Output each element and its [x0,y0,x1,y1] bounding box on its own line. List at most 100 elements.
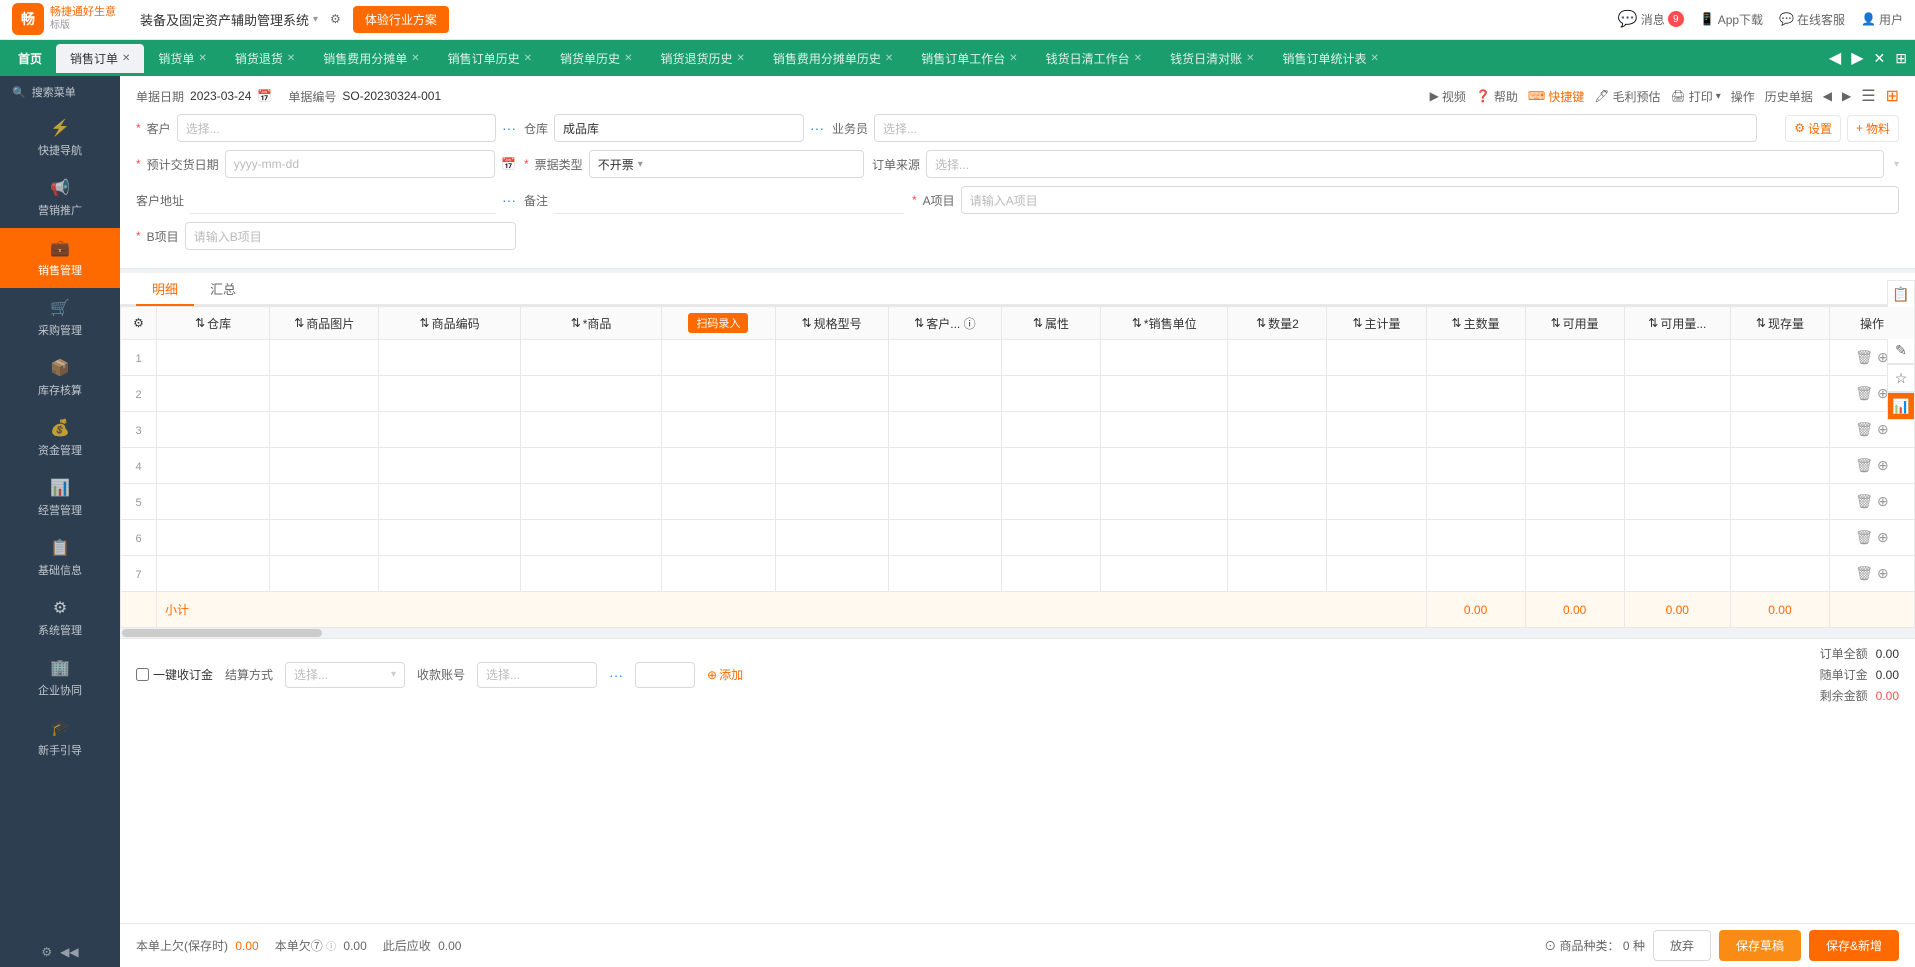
row-main-unit[interactable] [1327,340,1426,376]
row-qty2[interactable] [1228,376,1327,412]
row-customer-code[interactable] [888,520,1001,556]
sidebar-item-finance[interactable]: 💰 资金管理 [0,408,120,468]
row-scan[interactable] [662,376,775,412]
nav-prev-icon[interactable]: ◀ [1823,89,1832,103]
print-button[interactable]: 🖨 打印 ▾ [1670,88,1720,105]
row-main-unit[interactable] [1327,376,1426,412]
row-available[interactable] [1525,520,1624,556]
delivery-date-input[interactable]: yyyy-mm-dd [225,150,495,178]
row-code[interactable] [379,412,521,448]
delete-icon[interactable]: 🗑 [1855,421,1873,438]
row-code[interactable] [379,340,521,376]
row-main-qty[interactable] [1426,448,1525,484]
close-icon[interactable]: ✕ [885,53,893,64]
row-qty2[interactable] [1228,412,1327,448]
row-scan[interactable] [662,448,775,484]
tab-sales-fee[interactable]: 销售费用分摊单 ✕ [309,44,433,73]
sidebar-item-inventory[interactable]: 📦 库存核算 [0,348,120,408]
address-expand-icon[interactable]: ··· [502,192,516,208]
close-icon[interactable]: ✕ [1134,53,1142,64]
order-source-input[interactable]: 选择... [926,150,1884,178]
row-product[interactable] [520,340,662,376]
gear-icon[interactable]: ⚙ [133,316,144,330]
row-available2[interactable] [1624,484,1730,520]
row-unit[interactable] [1101,520,1228,556]
row-image[interactable] [270,412,379,448]
settings-button[interactable]: ⚙ 设置 [1785,115,1841,142]
row-unit[interactable] [1101,484,1228,520]
delete-icon[interactable]: 🗑 [1855,385,1873,402]
row-code[interactable] [379,520,521,556]
close-icon[interactable]: ✕ [198,53,206,64]
sidebar-item-marketing[interactable]: 📢 营销推广 [0,168,120,228]
customer-input[interactable]: 选择... [177,114,496,142]
row-current[interactable] [1730,340,1829,376]
close-icon[interactable]: ✕ [1371,53,1379,64]
tab-detail[interactable]: 明细 [136,273,194,306]
row-attr[interactable] [1001,376,1100,412]
row-spec[interactable] [775,412,888,448]
close-icon[interactable]: ✕ [122,53,130,64]
delete-icon[interactable]: 🗑 [1855,565,1873,582]
tab-sales-invoice[interactable]: 销货单 ✕ [144,44,220,73]
row-main-qty[interactable] [1426,556,1525,592]
close-icon[interactable]: ✕ [624,53,632,64]
row-unit[interactable] [1101,448,1228,484]
row-scan[interactable] [662,340,775,376]
row-available[interactable] [1525,484,1624,520]
tab-fee-history[interactable]: 销售费用分摊单历史 ✕ [759,44,907,73]
row-available[interactable] [1525,448,1624,484]
one-click-checkbox-label[interactable]: 一键收订金 [136,666,213,683]
row-scan[interactable] [662,556,775,592]
row-spec[interactable] [775,556,888,592]
online-service-button[interactable]: 💬 在线客服 [1779,11,1845,28]
right-tool-chart[interactable]: 📊 [1887,392,1915,420]
row-spec[interactable] [775,376,888,412]
row-attr[interactable] [1001,340,1100,376]
row-qty2[interactable] [1228,484,1327,520]
row-current[interactable] [1730,484,1829,520]
sidebar-item-enterprise[interactable]: 🏢 企业协同 [0,648,120,708]
copy-icon[interactable]: ⊕ [1877,457,1889,474]
row-main-unit[interactable] [1327,484,1426,520]
scan-button[interactable]: 扫码录入 [688,313,748,333]
tab-sales-return[interactable]: 销货退货 ✕ [221,44,309,73]
row-attr[interactable] [1001,556,1100,592]
row-qty2[interactable] [1228,340,1327,376]
row-available2[interactable] [1624,412,1730,448]
row-current[interactable] [1730,412,1829,448]
save-draft-button[interactable]: 保存草稿 [1719,930,1801,961]
row-unit[interactable] [1101,556,1228,592]
row-available[interactable] [1525,412,1624,448]
close-icon[interactable]: ✕ [524,53,532,64]
right-tool-edit[interactable]: ✎ [1887,336,1915,364]
warehouse-expand-icon[interactable]: ··· [810,120,824,136]
tab-order-workbench[interactable]: 销售订单工作台 ✕ [907,44,1031,73]
nav-next-icon[interactable]: ▶ [1847,48,1867,68]
row-image[interactable] [270,448,379,484]
customer-expand-icon[interactable]: ··· [502,120,516,136]
row-product[interactable] [520,376,662,412]
sidebar-search[interactable]: 🔍 搜索菜单 [0,76,120,108]
row-image[interactable] [270,376,379,412]
row-main-qty[interactable] [1426,412,1525,448]
operations-button[interactable]: 操作 [1731,88,1755,105]
message-button[interactable]: 💬 消息 9 [1618,9,1684,29]
calendar-icon[interactable]: 📅 [501,157,516,171]
row-image[interactable] [270,340,379,376]
nav-next-icon[interactable]: ▶ [1842,89,1851,103]
delete-icon[interactable]: 🗑 [1855,349,1873,366]
sidebar-item-operations[interactable]: 📊 经营管理 [0,468,120,528]
row-customer-code[interactable] [888,556,1001,592]
row-available2[interactable] [1624,448,1730,484]
tab-return-history[interactable]: 销货退货历史 ✕ [646,44,758,73]
row-warehouse[interactable] [157,340,270,376]
close-icon[interactable]: ✕ [287,53,295,64]
row-qty2[interactable] [1228,448,1327,484]
row-main-qty[interactable] [1426,484,1525,520]
sidebar-item-purchase[interactable]: 🛒 采购管理 [0,288,120,348]
close-icon[interactable]: ✕ [1009,53,1017,64]
close-icon[interactable]: ✕ [736,53,744,64]
row-main-qty[interactable] [1426,376,1525,412]
row-main-unit[interactable] [1327,448,1426,484]
